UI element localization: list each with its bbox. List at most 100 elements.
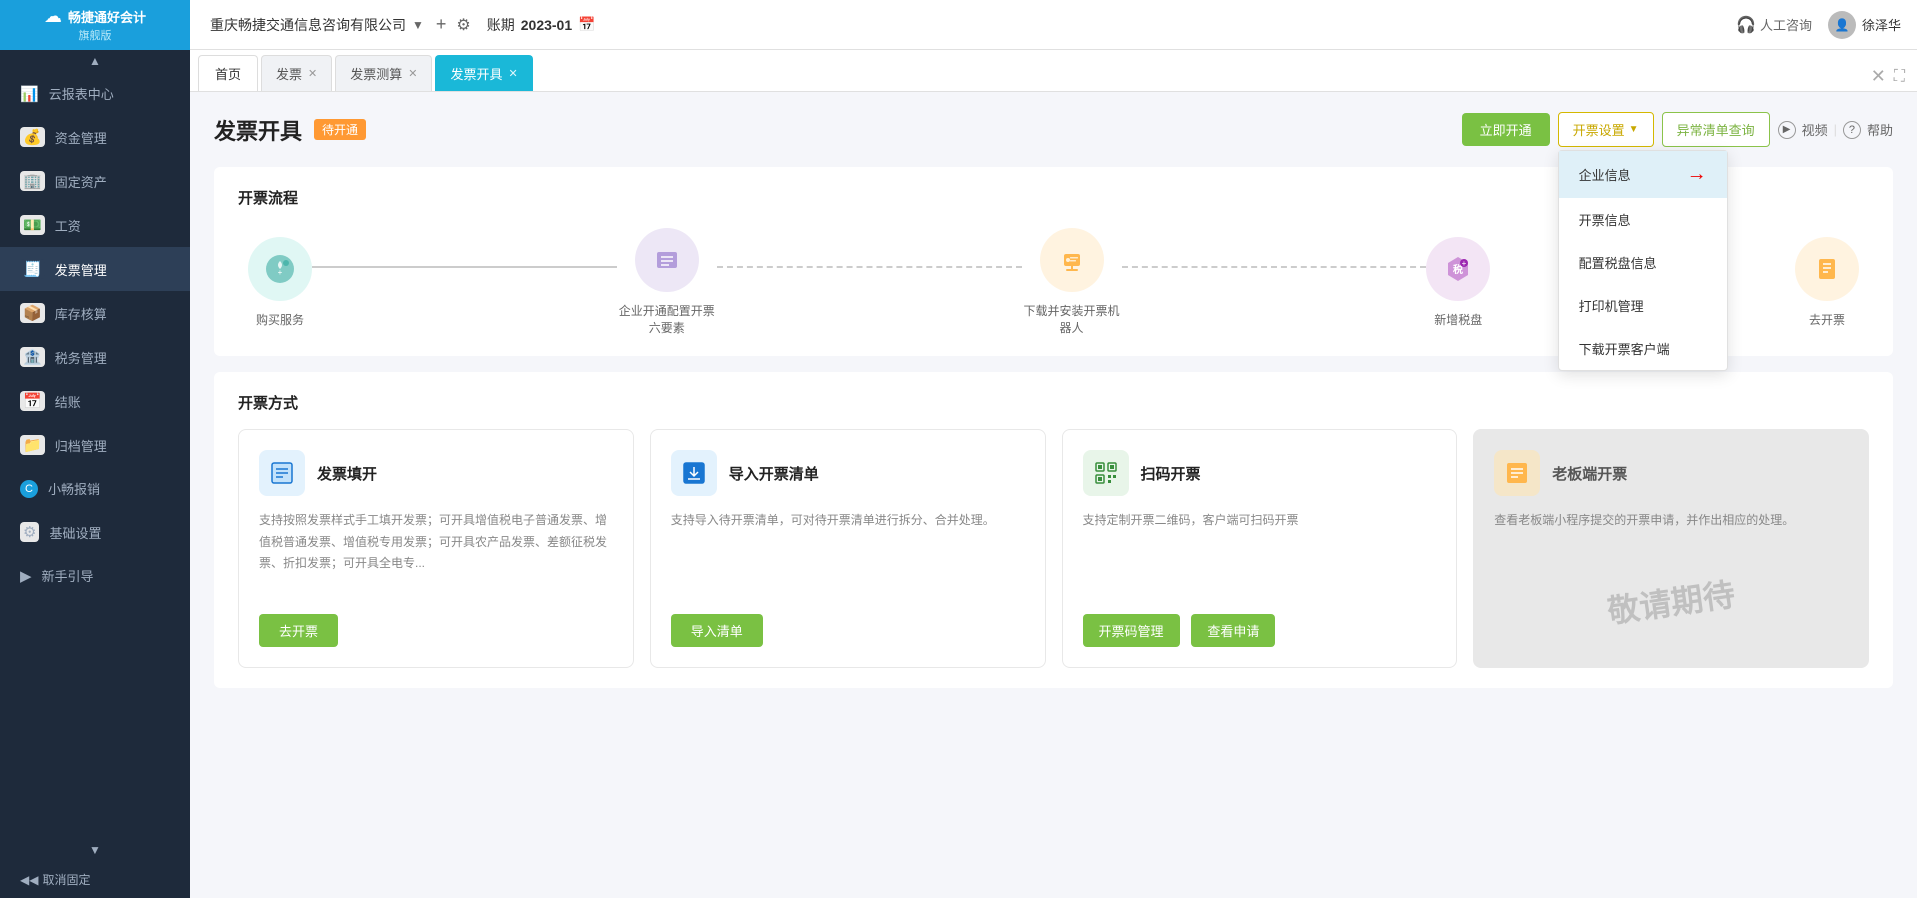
sidebar-label-basic-settings: 基础设置 xyxy=(49,523,101,542)
fill-invoice-title: 发票填开 xyxy=(317,463,377,484)
sidebar-label-payroll: 工资 xyxy=(55,216,81,235)
sidebar-item-settlement[interactable]: 📅 结账 xyxy=(0,379,190,423)
logo-icon: ☁ xyxy=(44,6,62,27)
dropdown-item-company-info[interactable]: 企业信息 → xyxy=(1559,151,1727,198)
tab-home-label: 首页 xyxy=(215,64,241,83)
status-badge: 待开通 xyxy=(314,119,366,140)
dropdown-item-tax-disk[interactable]: 配置税盘信息 xyxy=(1559,241,1727,284)
sidebar-item-new-guide[interactable]: ▶ 新手引导 xyxy=(0,554,190,597)
method-card-boss: 老板端开票 查看老板端小程序提交的开票申请，并作出相应的处理。 敬请期待 xyxy=(1473,429,1869,668)
company-name: 重庆畅捷交通信息咨询有限公司 xyxy=(210,15,406,35)
boss-invoice-desc: 查看老板端小程序提交的开票申请，并作出相应的处理。 xyxy=(1494,510,1848,565)
tab-bar: 首页 发票 ✕ 发票测算 ✕ 发票开具 ✕ ✕ ⛶ xyxy=(190,50,1917,92)
import-invoice-icon xyxy=(671,450,717,496)
logo-text: 畅捷通好会计 xyxy=(68,7,146,26)
play-icon: ▶ xyxy=(1778,121,1796,139)
process-step-download-label: 下载并安装开票机器人 xyxy=(1022,302,1122,336)
settings-icon[interactable]: ⚙ xyxy=(456,15,470,35)
sidebar-label-new-guide: 新手引导 xyxy=(42,566,94,585)
process-step-config: 企业开通配置开票六要素 xyxy=(617,228,717,336)
tab-home[interactable]: 首页 xyxy=(198,55,258,91)
exception-query-btn[interactable]: 异常清单查询 xyxy=(1662,112,1770,147)
tab-invoice-close[interactable]: ✕ xyxy=(308,67,317,80)
process-step-buy-label: 购买服务 xyxy=(256,311,304,328)
dropdown-item-printer[interactable]: 打印机管理 xyxy=(1559,284,1727,327)
period-label: 账期 xyxy=(487,15,515,35)
consultant-btn[interactable]: 🎧 人工咨询 xyxy=(1736,15,1812,35)
invoice-settings-btn[interactable]: 开票设置 ▼ xyxy=(1558,112,1654,147)
sidebar-item-tax-mgmt[interactable]: 🏦 税务管理 xyxy=(0,335,190,379)
sidebar-label-invoice-mgmt: 发票管理 xyxy=(55,260,107,279)
sidebar-item-payroll[interactable]: 💵 工资 xyxy=(0,203,190,247)
sidebar-item-xiao-chang[interactable]: C 小畅报销 xyxy=(0,467,190,510)
tab-invoice-test-close[interactable]: ✕ xyxy=(408,67,417,80)
fund-mgmt-icon: 💰 xyxy=(20,127,45,147)
calendar-icon[interactable]: 📅 xyxy=(578,16,595,33)
sidebar-label-fund-mgmt: 资金管理 xyxy=(55,128,107,147)
boss-invoice-title: 老板端开票 xyxy=(1552,463,1627,484)
basic-settings-icon: ⚙ xyxy=(20,522,39,542)
company-selector[interactable]: 重庆畅捷交通信息咨询有限公司 ▼ xyxy=(210,15,424,35)
accounting-period: 账期 2023-01 📅 xyxy=(487,15,596,35)
process-step-download: 下载并安装开票机器人 xyxy=(1022,228,1122,336)
method-card-fill: 发票填开 支持按照发票样式手工填开发票；可开具增值税电子普通发票、增值税普通发票… xyxy=(238,429,634,668)
sidebar-scroll-up[interactable]: ▲ xyxy=(0,50,190,72)
methods-section-title: 开票方式 xyxy=(238,392,1869,413)
sidebar-item-basic-settings[interactable]: ⚙ 基础设置 xyxy=(0,510,190,554)
sidebar-label-archive: 归档管理 xyxy=(55,436,107,455)
sidebar-item-archive[interactable]: 📁 归档管理 xyxy=(0,423,190,467)
tab-invoice-issue-label: 发票开具 xyxy=(450,64,502,83)
logo-sub: 旗舰版 xyxy=(79,27,112,43)
tab-invoice[interactable]: 发票 ✕ xyxy=(261,55,332,91)
tab-invoice-issue[interactable]: 发票开具 ✕ xyxy=(435,55,532,91)
video-label[interactable]: 视频 xyxy=(1802,120,1828,139)
import-invoice-title: 导入开票清单 xyxy=(729,463,819,484)
sidebar-item-fund-mgmt[interactable]: 💰 资金管理 xyxy=(0,115,190,159)
sidebar-label-fixed-assets: 固定资产 xyxy=(55,172,107,191)
method-card-scan: 扫码开票 支持定制开票二维码，客户端可扫码开票 开票码管理 查看申请 xyxy=(1062,429,1458,668)
tax-mgmt-icon: 🏦 xyxy=(20,347,45,367)
archive-icon: 📁 xyxy=(20,435,45,455)
tab-invoice-test[interactable]: 发票测算 ✕ xyxy=(335,55,432,91)
scan-invoice-apply-btn[interactable]: 查看申请 xyxy=(1191,614,1275,647)
maximize-window-btn[interactable]: ⛶ xyxy=(1894,68,1905,86)
dropdown-item-invoice-info[interactable]: 开票信息 xyxy=(1559,198,1727,241)
scan-invoice-icon xyxy=(1083,450,1129,496)
import-invoice-btn[interactable]: 导入清单 xyxy=(671,614,763,647)
fill-invoice-icon xyxy=(259,450,305,496)
cancel-fixed-icon: ◀◀ xyxy=(20,873,38,887)
content-area: 首页 发票 ✕ 发票测算 ✕ 发票开具 ✕ ✕ ⛶ xyxy=(190,50,1917,898)
help-label[interactable]: 帮助 xyxy=(1867,120,1893,139)
scan-invoice-title: 扫码开票 xyxy=(1141,463,1201,484)
boss-invoice-overlay: 敬请期待 xyxy=(1494,581,1848,621)
add-company-icon[interactable]: + xyxy=(436,14,447,35)
dropdown-item-download-client[interactable]: 下载开票客户端 xyxy=(1559,327,1727,370)
invoice-settings-label: 开票设置 xyxy=(1573,120,1625,139)
sidebar-label-cloud-report: 云报表中心 xyxy=(49,84,114,103)
consultant-label: 人工咨询 xyxy=(1760,15,1812,34)
svg-text:+: + xyxy=(278,268,283,277)
sidebar-item-invoice-mgmt[interactable]: 🧾 发票管理 xyxy=(0,247,190,291)
fill-invoice-btn[interactable]: 去开票 xyxy=(259,614,338,647)
close-window-btn[interactable]: ✕ xyxy=(1871,66,1886,87)
help-icon: ? xyxy=(1843,121,1861,139)
user-area[interactable]: 👤 徐泽华 xyxy=(1828,11,1901,39)
tab-invoice-label: 发票 xyxy=(276,64,302,83)
scan-invoice-code-btn[interactable]: 开票码管理 xyxy=(1083,614,1180,647)
process-step-go-invoice-label: 去开票 xyxy=(1809,311,1845,328)
sidebar-item-fixed-assets[interactable]: 🏢 固定资产 xyxy=(0,159,190,203)
tab-invoice-test-label: 发票测算 xyxy=(350,64,402,83)
sidebar-scroll-down[interactable]: ▼ xyxy=(0,839,190,861)
tab-invoice-issue-close[interactable]: ✕ xyxy=(509,67,518,80)
sidebar-item-inventory[interactable]: 📦 库存核算 xyxy=(0,291,190,335)
headphone-icon: 🎧 xyxy=(1736,15,1756,35)
activate-btn[interactable]: 立即开通 xyxy=(1462,113,1550,146)
new-guide-icon: ▶ xyxy=(20,567,32,585)
inventory-icon: 📦 xyxy=(20,303,45,323)
company-dropdown-icon[interactable]: ▼ xyxy=(412,18,424,32)
sidebar-label-tax-mgmt: 税务管理 xyxy=(55,348,107,367)
sidebar-cancel-fixed[interactable]: ◀◀ 取消固定 xyxy=(0,861,190,898)
methods-section: 开票方式 发票填开 支持按照发票样式手工填开发票；可开具增值税电子普通发票、增值… xyxy=(214,372,1893,688)
sidebar-item-cloud-report[interactable]: 📊 云报表中心 xyxy=(0,72,190,115)
period-value: 2023-01 xyxy=(521,17,572,33)
